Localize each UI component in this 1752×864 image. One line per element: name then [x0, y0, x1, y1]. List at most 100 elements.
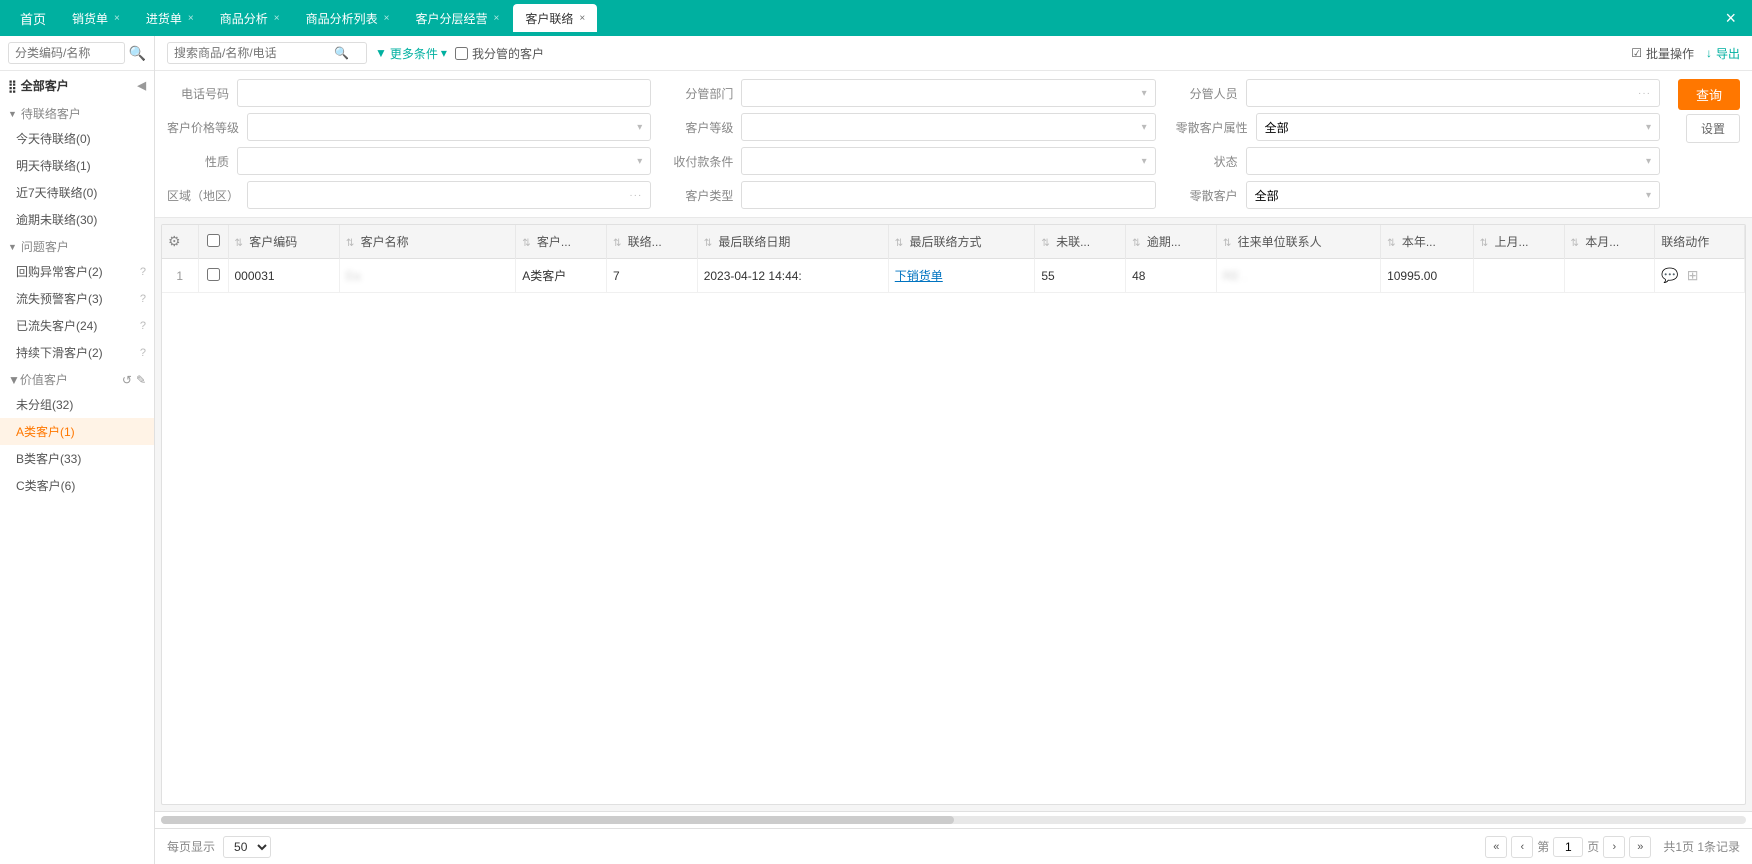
manager-input[interactable]: ··· [1246, 79, 1660, 107]
sort-type-icon[interactable]: ⇅ [522, 238, 530, 249]
region-input[interactable]: ··· [247, 181, 651, 209]
refresh-icon[interactable]: ↺ [122, 373, 132, 387]
sort-not-contacted-icon[interactable]: ⇅ [1041, 238, 1049, 249]
page-number-input[interactable] [1553, 837, 1583, 857]
sort-this-year-icon[interactable]: ⇅ [1387, 238, 1395, 249]
status-chevron-icon: ▾ [1646, 156, 1651, 167]
sort-overdue-icon[interactable]: ⇅ [1132, 238, 1140, 249]
close-product-analysis-icon[interactable]: × [274, 13, 280, 24]
sort-company-contact-icon[interactable]: ⇅ [1223, 238, 1231, 249]
customer-type-input[interactable] [741, 181, 1155, 209]
payment-dropdown[interactable]: ▾ [741, 147, 1155, 175]
close-purchase-icon[interactable]: × [188, 13, 194, 24]
nature-dropdown[interactable]: ▾ [237, 147, 651, 175]
nav-tab-customer-contact[interactable]: 客户联络 × [513, 4, 597, 32]
sidebar-item-lost-warning[interactable]: 流失预警客户(3) ? [0, 285, 154, 312]
retail-attr-dropdown[interactable]: 全部 ▾ [1256, 113, 1660, 141]
close-customer-segment-icon[interactable]: × [493, 13, 499, 24]
phone-input[interactable] [237, 79, 651, 107]
customer-level-dropdown[interactable]: ▾ [741, 113, 1155, 141]
price-level-dropdown[interactable]: ▾ [247, 113, 651, 141]
more-filters-btn[interactable]: ▼ 更多条件 ▾ [375, 45, 447, 62]
sidebar-item-b-class[interactable]: B类客户(33) [0, 445, 154, 472]
table-gear-icon[interactable]: ⚙ [168, 233, 181, 249]
filter-row-1: 电话号码 分管部门 ▾ 分管人员 [167, 79, 1660, 107]
retail-customer-dropdown[interactable]: 全部 ▾ [1246, 181, 1660, 209]
filter-search-input[interactable] [174, 46, 334, 60]
query-btn[interactable]: 查询 [1678, 79, 1740, 110]
sort-method-icon[interactable]: ⇅ [895, 238, 903, 249]
all-customers-header[interactable]: ⣿ 全部客户 ◀ [0, 71, 154, 100]
sidebar-item-c-class[interactable]: C类客户(6) [0, 472, 154, 499]
sidebar-item-today[interactable]: 今天待联络(0) [0, 125, 154, 152]
chat-action-icon[interactable]: 💬 [1661, 267, 1678, 284]
select-all-checkbox[interactable] [207, 234, 220, 247]
collapse-sidebar-icon[interactable]: ◀ [138, 79, 146, 92]
nav-tab-customer-segment[interactable]: 客户分层经营 × [403, 4, 511, 32]
settings-btn[interactable]: 设置 [1686, 114, 1740, 143]
row-customer-type: A类客户 [516, 259, 607, 293]
nav-home[interactable]: 首页 [8, 9, 58, 28]
help-icon-3[interactable]: ? [140, 320, 146, 332]
last-page-btn[interactable]: » [1629, 836, 1651, 858]
qr-action-icon[interactable]: ⊞ [1687, 267, 1699, 284]
sidebar-item-unclassified[interactable]: 未分组(32) [0, 391, 154, 418]
horizontal-scrollbar[interactable] [161, 816, 1746, 824]
nav-tab-sales[interactable]: 销货单 × [60, 4, 132, 32]
sidebar-item-lost[interactable]: 已流失客户(24) ? [0, 312, 154, 339]
col-checkbox [198, 225, 228, 259]
close-product-list-icon[interactable]: × [384, 13, 390, 24]
batch-op-btn[interactable]: ☑ 批量操作 [1631, 45, 1694, 62]
field-customer-type: 客户类型 [671, 181, 1155, 209]
sidebar-item-a-class[interactable]: A类客户(1) [0, 418, 154, 445]
status-dropdown[interactable]: ▾ [1246, 147, 1660, 175]
sort-last-month-icon[interactable]: ⇅ [1480, 238, 1488, 249]
help-icon-1[interactable]: ? [140, 266, 146, 278]
prev-page-btn[interactable]: ‹ [1511, 836, 1533, 858]
sort-name-icon[interactable]: ⇅ [346, 238, 354, 249]
col-company-contact: ⇅ 往来单位联系人 [1216, 225, 1380, 259]
sort-this-month-icon[interactable]: ⇅ [1571, 238, 1579, 249]
filter-row-2: 客户价格等级 ▾ 客户等级 ▾ [167, 113, 1660, 141]
export-btn[interactable]: ↓ 导出 [1706, 45, 1740, 62]
group-pending-contact[interactable]: ▼ 待联络客户 [0, 100, 154, 125]
sidebar-item-7days[interactable]: 近7天待联络(0) [0, 179, 154, 206]
export-icon: ↓ [1706, 46, 1712, 60]
nav-tab-purchase[interactable]: 进货单 × [134, 4, 206, 32]
col-this-year: ⇅ 本年... [1381, 225, 1474, 259]
sidebar-item-declining[interactable]: 持续下滑客户(2) ? [0, 339, 154, 366]
close-all-icon[interactable]: × [1717, 8, 1744, 29]
sort-date-icon[interactable]: ⇅ [704, 238, 712, 249]
sidebar-search-input[interactable] [8, 42, 125, 64]
first-page-btn[interactable]: « [1485, 836, 1507, 858]
page-size-select[interactable]: 50 [223, 836, 271, 858]
sidebar-item-tomorrow[interactable]: 明天待联络(1) [0, 152, 154, 179]
help-icon-4[interactable]: ? [140, 347, 146, 359]
dept-dropdown[interactable]: ▾ [741, 79, 1155, 107]
sidebar-item-overdue[interactable]: 逾期未联络(30) [0, 206, 154, 233]
sidebar-search-icon[interactable]: 🔍 [129, 45, 146, 62]
filter-search-icon[interactable]: 🔍 [334, 46, 349, 60]
row-company-contact: RE . [1216, 259, 1380, 293]
nav-tab-product-analysis[interactable]: 商品分析 × [208, 4, 292, 32]
row-name: Ea [339, 259, 515, 293]
close-sales-icon[interactable]: × [114, 13, 120, 24]
advanced-filter: 电话号码 分管部门 ▾ 分管人员 [155, 71, 1752, 218]
sort-code-icon[interactable]: ⇅ [235, 238, 243, 249]
group-problem-customers[interactable]: ▼ 问题客户 [0, 233, 154, 258]
sidebar-item-repurchase-abnormal[interactable]: 回购异常客户(2) ? [0, 258, 154, 285]
customer-table-container: ⚙ ⇅ 客户编码 ⇅ 客户名称 [161, 224, 1746, 805]
total-records: 共1页 1条记录 [1663, 838, 1740, 855]
field-customer-level: 客户等级 ▾ [671, 113, 1155, 141]
last-method-link[interactable]: 下销货单 [895, 269, 943, 283]
edit-icon[interactable]: ✎ [136, 373, 146, 387]
help-icon-2[interactable]: ? [140, 293, 146, 305]
next-page-btn[interactable]: › [1603, 836, 1625, 858]
sort-contact-icon[interactable]: ⇅ [613, 238, 621, 249]
col-contact-count: ⇅ 联络... [606, 225, 697, 259]
nav-tab-product-list[interactable]: 商品分析列表 × [294, 4, 402, 32]
close-customer-contact-icon[interactable]: × [579, 13, 585, 24]
my-customers-checkbox[interactable]: 我分管的客户 [455, 45, 544, 62]
row-checkbox[interactable] [207, 268, 220, 281]
my-customers-check[interactable] [455, 47, 468, 60]
